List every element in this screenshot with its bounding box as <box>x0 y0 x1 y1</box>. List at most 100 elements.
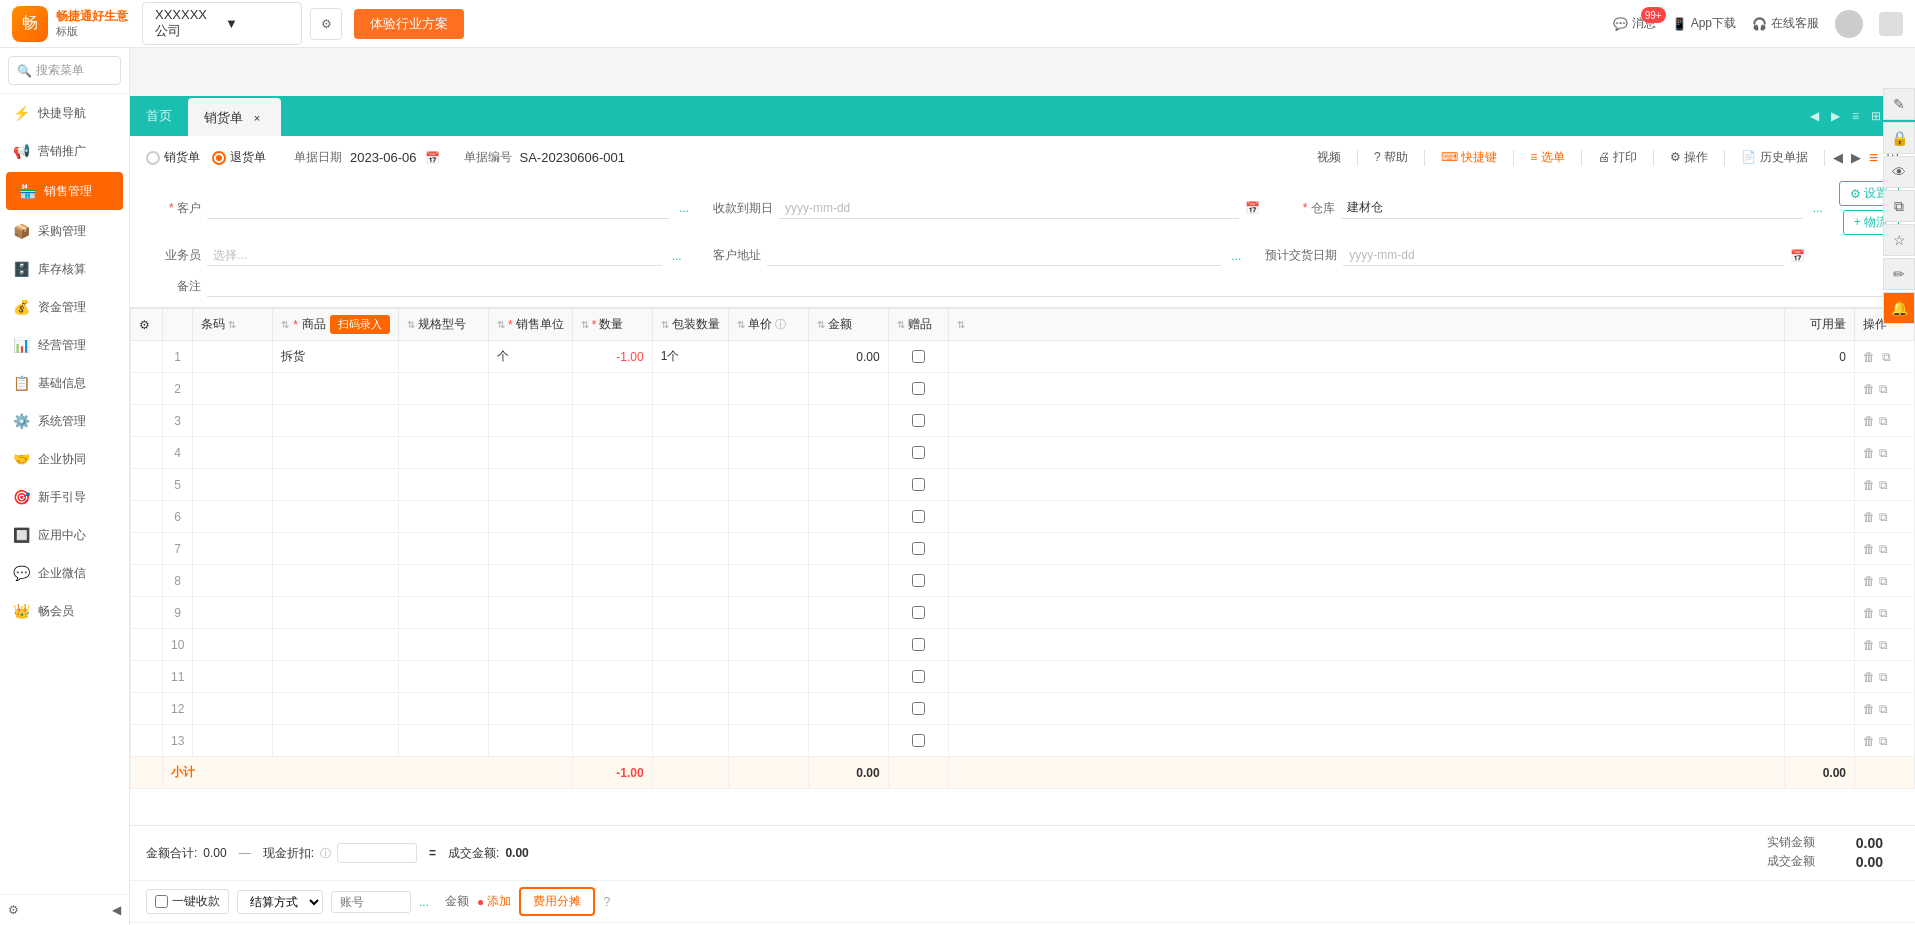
right-tool-copy[interactable]: ⧉ <box>1883 190 1915 222</box>
row-copy-icon[interactable]: ⧉ <box>1879 382 1888 396</box>
price-info-icon[interactable]: ⓘ <box>775 317 786 332</box>
sidebar: 🔍 搜索菜单 ⚡ 快捷导航 📢 营销推广 🏪 销售管理 📦 采购管理 🗄️ 库存… <box>0 48 130 925</box>
member-icon: 👑 <box>12 602 30 620</box>
table-settings-icon[interactable]: ⚙ <box>139 318 150 332</box>
row1-amount: 0.00 <box>808 341 888 373</box>
sidebar-item-wechat[interactable]: 💬 企业微信 <box>0 554 129 592</box>
tab-home[interactable]: 首页 <box>130 96 188 136</box>
tab-list-view[interactable]: ≡ <box>1848 109 1863 123</box>
tab-nav-next[interactable]: ▶ <box>1827 109 1844 123</box>
sidebar-item-operations[interactable]: 📊 经营管理 <box>0 326 129 364</box>
radio-sales-label: 销货单 <box>164 149 200 166</box>
notification-button[interactable]: 💬 消息 99+ <box>1613 15 1656 32</box>
brand-logo: 畅 <box>12 6 48 42</box>
table-row: 3 🗑⧉ <box>131 405 1915 437</box>
user-avatar[interactable] <box>1835 10 1863 38</box>
row1-delete-icon[interactable]: 🗑 <box>1863 350 1875 364</box>
salesperson-ellipsis[interactable]: ... <box>668 249 686 263</box>
sidebar-item-marketing[interactable]: 📢 营销推广 <box>0 132 129 170</box>
row-delete-icon[interactable]: 🗑 <box>1863 382 1875 396</box>
equals-sign: = <box>429 846 436 860</box>
radio-sales[interactable]: 销货单 <box>146 149 200 166</box>
date-calendar-icon[interactable]: 📅 <box>425 151 440 165</box>
fee-help-icon[interactable]: ? <box>603 894 610 909</box>
nav-prev-button[interactable]: ◀ <box>1833 150 1843 165</box>
due-date-input[interactable] <box>779 198 1239 219</box>
company-selector[interactable]: XXXXXX公司 ▼ <box>142 2 302 45</box>
add-payment-button[interactable]: ● 添加 <box>477 893 511 910</box>
trial-button[interactable]: 体验行业方案 <box>354 9 464 39</box>
row1-gift[interactable] <box>888 341 948 373</box>
right-tool-star[interactable]: ☆ <box>1883 224 1915 256</box>
view-list-button[interactable]: ≡ <box>1869 149 1878 167</box>
tab-sales-order-label: 销货单 <box>204 109 243 127</box>
operate-button[interactable]: ⚙ 操作 <box>1662 146 1716 169</box>
notes-input[interactable] <box>207 276 1899 297</box>
sidebar-item-quick-nav[interactable]: ⚡ 快捷导航 <box>0 94 129 132</box>
print-button[interactable]: 🖨 打印 <box>1590 146 1645 169</box>
tab-nav-prev[interactable]: ◀ <box>1806 109 1823 123</box>
fee-split-button[interactable]: 费用分摊 <box>519 887 595 916</box>
one-click-payment-button[interactable]: 一键收款 <box>146 889 229 914</box>
cash-discount-input[interactable] <box>337 843 417 863</box>
sidebar-item-app-center[interactable]: 🔲 应用中心 <box>0 516 129 554</box>
expected-date-calendar-icon[interactable]: 📅 <box>1790 249 1805 263</box>
operations-label: 经营管理 <box>38 337 86 354</box>
right-tool-alert[interactable]: 🔔 <box>1883 292 1915 324</box>
warehouse-ellipsis[interactable]: ... <box>1809 201 1827 215</box>
account-input[interactable] <box>331 891 411 913</box>
sidebar-item-base-info[interactable]: 📋 基础信息 <box>0 364 129 402</box>
app-center-icon: 🔲 <box>12 526 30 544</box>
sidebar-item-member[interactable]: 👑 畅会员 <box>0 592 129 630</box>
customer-addr-input[interactable] <box>767 245 1222 266</box>
ellipsis-account[interactable]: ... <box>419 895 429 909</box>
history-button[interactable]: 📄 历史单据 <box>1733 146 1815 169</box>
warehouse-input[interactable] <box>1341 198 1803 219</box>
row1-qty[interactable]: -1.00 <box>572 341 652 373</box>
nav-next-button[interactable]: ▶ <box>1851 150 1861 165</box>
customer-addr-ellipsis[interactable]: ... <box>1227 249 1245 263</box>
select-order-button[interactable]: ≡ 选单 <box>1522 146 1572 169</box>
one-click-checkbox[interactable] <box>155 895 168 908</box>
sidebar-item-sales[interactable]: 🏪 销售管理 <box>6 172 123 210</box>
help-button[interactable]: ? 帮助 <box>1366 146 1416 169</box>
row1-spec[interactable] <box>399 341 489 373</box>
right-tool-lock[interactable]: 🔒 <box>1883 122 1915 154</box>
app-download-button[interactable]: 📱 App下载 <box>1672 15 1736 32</box>
expected-date-input[interactable] <box>1343 245 1784 266</box>
date-value: 2023-06-06 <box>350 150 417 165</box>
row1-copy-icon[interactable]: ⧉ <box>1882 350 1891 364</box>
sidebar-collapse-button[interactable]: ◀ <box>112 903 121 917</box>
salesperson-input[interactable] <box>207 245 662 266</box>
order-value: SA-20230606-001 <box>520 150 626 165</box>
user-menu-button[interactable] <box>1879 12 1903 36</box>
customer-input[interactable] <box>207 198 669 219</box>
tab-sales-order[interactable]: 销货单 × <box>188 98 281 138</box>
separator-4 <box>1581 150 1582 166</box>
cash-discount-info[interactable]: ⓘ <box>320 846 331 861</box>
shortcut-button[interactable]: ⌨ 快捷键 <box>1433 146 1505 169</box>
online-support-button[interactable]: 🎧 在线客服 <box>1752 15 1819 32</box>
row1-price[interactable] <box>728 341 808 373</box>
right-tool-eye[interactable]: 👁 <box>1883 156 1915 188</box>
tab-close-button[interactable]: × <box>249 110 265 126</box>
sidebar-settings-button[interactable]: ⚙ <box>8 903 19 917</box>
video-button[interactable]: 视频 <box>1309 146 1349 169</box>
settings-gear-button[interactable]: ⚙ <box>310 8 342 40</box>
right-tool-pencil[interactable]: ✏ <box>1883 258 1915 290</box>
customer-ellipsis[interactable]: ... <box>675 201 693 215</box>
sidebar-item-purchase[interactable]: 📦 采购管理 <box>0 212 129 250</box>
payment-method-select[interactable]: 结算方式 <box>237 890 323 914</box>
sidebar-item-finance[interactable]: 💰 资金管理 <box>0 288 129 326</box>
sidebar-item-cooperation[interactable]: 🤝 企业协同 <box>0 440 129 478</box>
scan-button[interactable]: 扫码录入 <box>330 315 390 334</box>
sidebar-item-guide[interactable]: 🎯 新手引导 <box>0 478 129 516</box>
search-menu-button[interactable]: 🔍 搜索菜单 <box>8 56 121 85</box>
sidebar-item-system[interactable]: ⚙️ 系统管理 <box>0 402 129 440</box>
right-tool-edit[interactable]: ✎ <box>1883 88 1915 120</box>
row1-barcode[interactable] <box>193 341 273 373</box>
due-date-calendar-icon[interactable]: 📅 <box>1245 201 1260 215</box>
radio-return[interactable]: 退货单 <box>212 149 266 166</box>
sidebar-item-inventory[interactable]: 🗄️ 库存核算 <box>0 250 129 288</box>
row1-note[interactable] <box>948 341 1784 373</box>
